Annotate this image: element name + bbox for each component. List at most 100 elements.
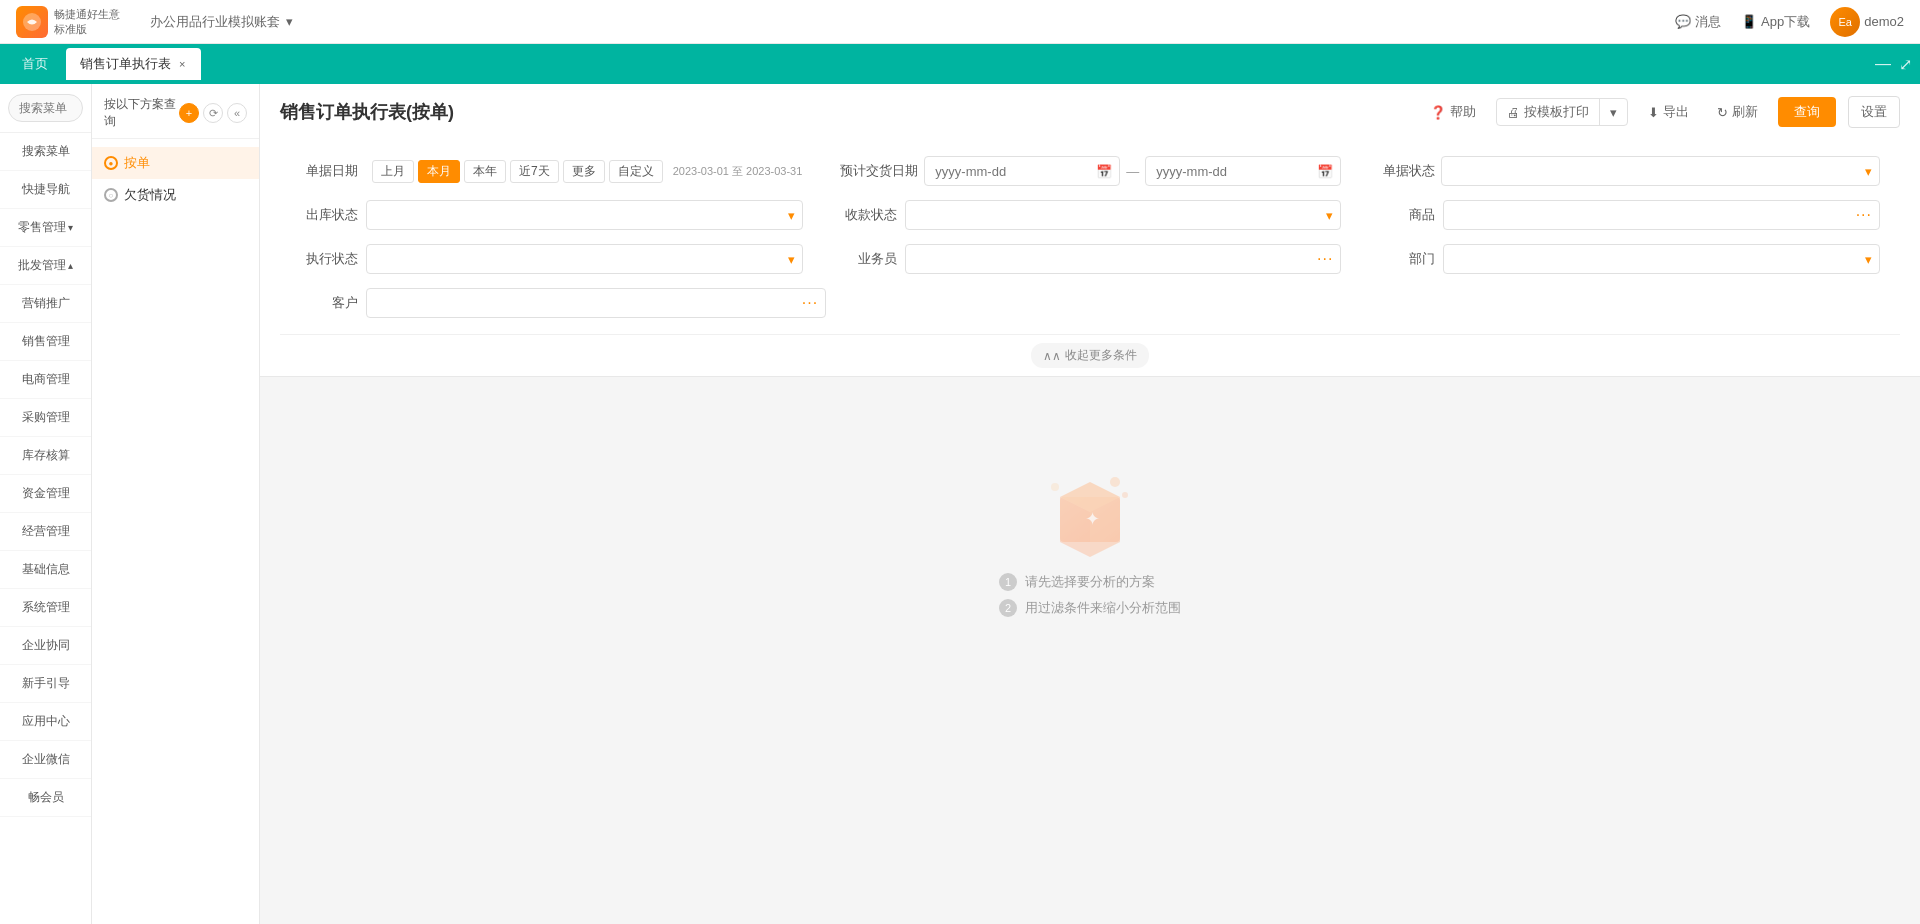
filter-area: 单据日期 上月 本月 本年 近7天 更多 自定义 2023-03-01 至 20… xyxy=(280,140,1900,334)
sidebar-item-wholesale-mgmt[interactable]: 批发管理 ▴ xyxy=(0,247,91,285)
sidebar-item-label: 企业微信 xyxy=(22,752,70,766)
department-select[interactable] xyxy=(1443,244,1880,274)
expected-delivery-range: 📅 — 📅 xyxy=(924,156,1341,186)
sidebar-item-search-menu[interactable]: 搜索菜单 xyxy=(0,133,91,171)
sidebar-item-basic-info[interactable]: 基础信息 xyxy=(0,551,91,589)
payment-status-control: ▾ xyxy=(905,200,1342,230)
filter-execution-status: 执行状态 ▾ xyxy=(300,244,803,274)
svg-point-7 xyxy=(1122,492,1128,498)
settings-label: 设置 xyxy=(1861,103,1887,121)
sidebar-item-inventory-mgmt[interactable]: 库存核算 xyxy=(0,437,91,475)
settings-button[interactable]: 设置 xyxy=(1848,96,1900,128)
user-menu[interactable]: Ea demo2 xyxy=(1830,7,1904,37)
user-label: demo2 xyxy=(1864,14,1904,29)
sidebar-item-quick-nav[interactable]: 快捷导航 xyxy=(0,171,91,209)
help-button[interactable]: ❓ 帮助 xyxy=(1422,99,1484,125)
custom-btn[interactable]: 自定义 xyxy=(609,160,663,183)
status-control: ▾ xyxy=(1441,156,1880,186)
filter-row-2: 出库状态 ▾ 收款状态 ▾ xyxy=(300,200,1880,230)
sidebar-item-ecommerce-mgmt[interactable]: 电商管理 xyxy=(0,361,91,399)
sidebar-item-new-user-guide[interactable]: 新手引导 xyxy=(0,665,91,703)
this-year-btn[interactable]: 本年 xyxy=(464,160,506,183)
sidebar-item-finance-mgmt[interactable]: 资金管理 xyxy=(0,475,91,513)
refresh-button[interactable]: ↻ 刷新 xyxy=(1709,99,1766,125)
collapse-button[interactable]: ∧∧ 收起更多条件 xyxy=(1031,343,1149,368)
scheme-item-arrears[interactable]: ○ 欠货情况 xyxy=(92,179,259,211)
refresh-scheme-button[interactable]: ⟳ xyxy=(203,103,223,123)
sidebar: 搜索菜单 快捷导航 零售管理 ▾ 批发管理 ▴ 营销推广 销售管理 电商管理 采… xyxy=(0,84,92,924)
tip-num-2: 2 xyxy=(999,599,1017,617)
sidebar-item-label: 采购管理 xyxy=(22,410,70,424)
export-button[interactable]: ⬇ 导出 xyxy=(1640,99,1697,125)
logo-icon xyxy=(16,6,48,38)
template-print-button[interactable]: 🖨 按模板打印 xyxy=(1497,99,1600,125)
sidebar-item-enterprise-collab[interactable]: 企业协同 xyxy=(0,627,91,665)
date-range-hint: 2023-03-01 至 2023-03-31 xyxy=(673,164,803,179)
collapse-row: ∧∧ 收起更多条件 xyxy=(280,334,1900,376)
last-7-days-btn[interactable]: 近7天 xyxy=(510,160,559,183)
sidebar-item-label: 企业协同 xyxy=(22,638,70,652)
empty-tip-2: 2 用过滤条件来缩小分析范围 xyxy=(999,599,1181,617)
delivery-date-to-wrap: 📅 xyxy=(1145,156,1341,186)
filter-payment-status: 收款状态 ▾ xyxy=(839,200,1342,230)
svg-point-8 xyxy=(1051,483,1059,491)
more-btn[interactable]: 更多 xyxy=(563,160,605,183)
sidebar-item-purchase-mgmt[interactable]: 采购管理 xyxy=(0,399,91,437)
empty-illustration: ✦ xyxy=(1040,457,1140,557)
search-input[interactable] xyxy=(8,94,83,122)
sidebar-item-sys-mgmt[interactable]: 系统管理 xyxy=(0,589,91,627)
collapse-up-icon: ∧∧ xyxy=(1043,349,1061,363)
page-header: 销售订单执行表(按单) ❓ 帮助 🖨 按模板打印 ▾ xyxy=(260,84,1920,377)
sidebar-item-retail-mgmt[interactable]: 零售管理 ▾ xyxy=(0,209,91,247)
collapse-panel-button[interactable]: « xyxy=(227,103,247,123)
customer-input[interactable] xyxy=(366,288,826,318)
tab-close-icon[interactable]: × xyxy=(177,56,187,72)
salesperson-control: ··· xyxy=(905,244,1342,274)
this-month-btn[interactable]: 本月 xyxy=(418,160,460,183)
sidebar-item-label: 基础信息 xyxy=(22,562,70,576)
delivery-status-label: 出库状态 xyxy=(300,206,358,224)
calendar-icon: 📅 xyxy=(1317,164,1333,179)
delivery-date-from[interactable] xyxy=(924,156,1120,186)
sidebar-item-app-center[interactable]: 应用中心 xyxy=(0,703,91,741)
delivery-date-to[interactable] xyxy=(1145,156,1341,186)
logo-text: 畅捷通好生意 标准版 xyxy=(54,7,120,36)
logo-area: 畅捷通好生意 标准版 xyxy=(16,6,120,38)
help-label: 帮助 xyxy=(1450,103,1476,121)
sidebar-item-member[interactable]: 畅会员 xyxy=(0,779,91,817)
filter-goods: 商品 ··· xyxy=(1377,200,1880,230)
scheme-item-press-order[interactable]: ● 按单 xyxy=(92,147,259,179)
nav-tabs-bar: 首页 销售订单执行表 × — ⤢ xyxy=(0,44,1920,84)
window-minimize-icon[interactable]: — xyxy=(1875,55,1891,73)
last-month-btn[interactable]: 上月 xyxy=(372,160,414,183)
goods-input[interactable] xyxy=(1443,200,1880,230)
top-header: 畅捷通好生意 标准版 办公用品行业模拟账套 ▾ 💬 消息 📱 App下载 Ea … xyxy=(0,0,1920,44)
department-label: 部门 xyxy=(1377,250,1435,268)
query-button[interactable]: 查询 xyxy=(1778,97,1836,127)
empty-tip-1: 1 请先选择要分析的方案 xyxy=(999,573,1181,591)
sidebar-item-operations-mgmt[interactable]: 经营管理 xyxy=(0,513,91,551)
sidebar-item-marketing[interactable]: 营销推广 xyxy=(0,285,91,323)
delivery-date-from-wrap: 📅 xyxy=(924,156,1120,186)
sidebar-item-label: 搜索菜单 xyxy=(22,144,70,158)
app-download-button[interactable]: 📱 App下载 xyxy=(1741,13,1810,31)
payment-status-select[interactable] xyxy=(905,200,1342,230)
add-scheme-button[interactable]: + xyxy=(179,103,199,123)
left-panel-header: 按以下方案查询 + ⟳ « xyxy=(92,96,259,139)
sidebar-item-sales-mgmt[interactable]: 销售管理 xyxy=(0,323,91,361)
sidebar-item-enterprise-wechat[interactable]: 企业微信 xyxy=(0,741,91,779)
page-title: 销售订单执行表(按单) xyxy=(280,100,454,124)
status-select[interactable] xyxy=(1441,156,1880,186)
delivery-status-select[interactable] xyxy=(366,200,803,230)
message-button[interactable]: 💬 消息 xyxy=(1675,13,1721,31)
tab-home[interactable]: 首页 xyxy=(8,48,62,80)
chevron-up-icon: ▴ xyxy=(68,260,73,271)
salesperson-input[interactable] xyxy=(905,244,1342,274)
execution-status-select[interactable] xyxy=(366,244,803,274)
sidebar-item-label: 库存核算 xyxy=(22,448,70,462)
template-print-dropdown[interactable]: ▾ xyxy=(1600,101,1627,124)
breadcrumb[interactable]: 办公用品行业模拟账套 ▾ xyxy=(150,13,293,31)
tab-sales-order[interactable]: 销售订单执行表 × xyxy=(66,48,201,80)
refresh-icon: ↻ xyxy=(1717,105,1728,120)
window-maximize-icon[interactable]: ⤢ xyxy=(1899,55,1912,74)
